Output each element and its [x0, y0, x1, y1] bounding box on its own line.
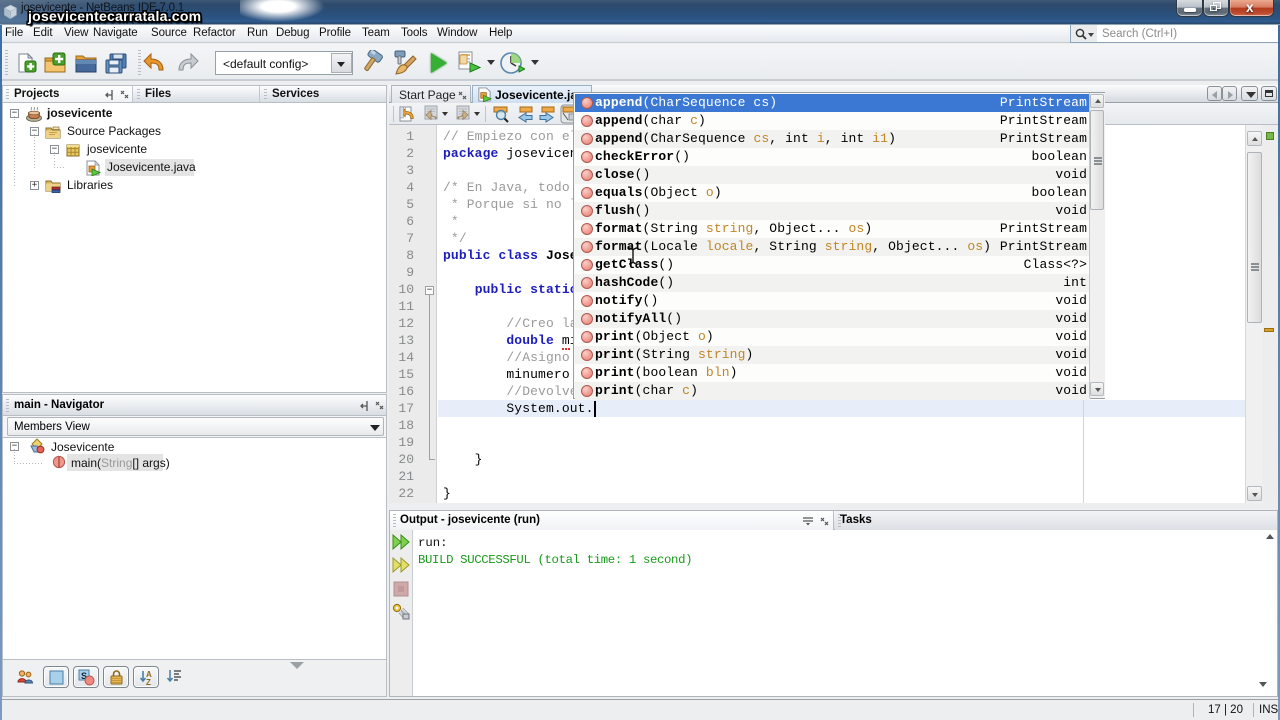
- svg-text:Z: Z: [146, 678, 151, 686]
